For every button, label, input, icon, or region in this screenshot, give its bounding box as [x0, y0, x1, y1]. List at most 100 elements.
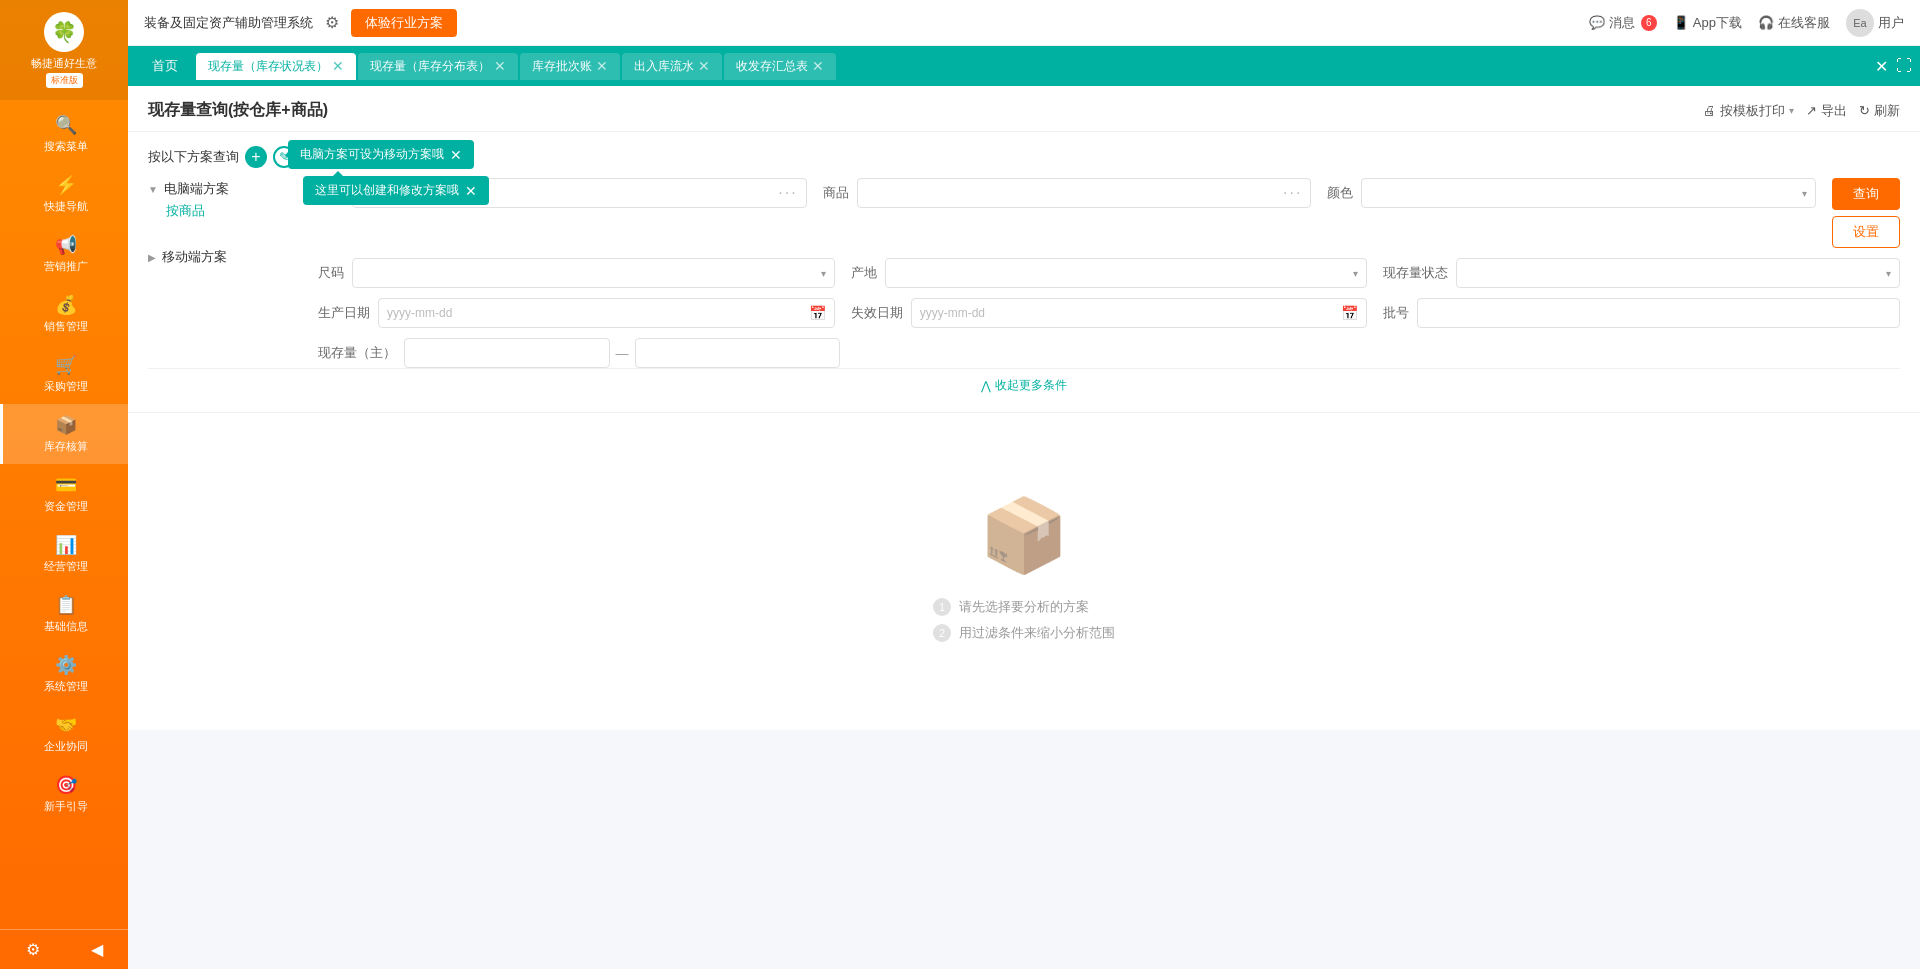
sidebar-item-label: 销售管理 [44, 319, 88, 334]
tab-collect-send[interactable]: 收发存汇总表 ✕ [724, 53, 836, 80]
app-download-button[interactable]: 📱 App下载 [1673, 14, 1742, 32]
empty-illustration: 📦 [979, 493, 1069, 578]
scheme-mobile-label[interactable]: 移动端方案 [162, 248, 227, 266]
sidebar-item-newbie[interactable]: 🎯 新手引导 [0, 764, 128, 824]
online-service-label: 在线客服 [1778, 14, 1830, 32]
tab-close-icon[interactable]: ✕ [812, 59, 824, 73]
tab-label: 现存量（库存分布表） [370, 58, 490, 75]
tab-close-icon[interactable]: ✕ [596, 59, 608, 73]
batch-control[interactable] [1417, 298, 1900, 328]
sidebar-item-label: 采购管理 [44, 379, 88, 394]
goods-dots[interactable]: ··· [1283, 184, 1302, 202]
collapse-bar[interactable]: ⋀ 收起更多条件 [148, 368, 1900, 402]
sidebar-item-system[interactable]: ⚙️ 系统管理 [0, 644, 128, 704]
sidebar-item-label: 营销推广 [44, 259, 88, 274]
color-control[interactable]: ▾ [1361, 178, 1816, 208]
sidebar-item-label: 基础信息 [44, 619, 88, 634]
prod-date-field: 生产日期 yyyy-mm-dd 📅 [318, 298, 835, 328]
tab-batch-account[interactable]: 库存批次账 ✕ [520, 53, 620, 80]
print-button[interactable]: 🖨 按模板打印 ▾ [1703, 102, 1794, 120]
tab-maximize-icon[interactable]: ⛶ [1896, 57, 1912, 76]
origin-field: 产地 ▾ [851, 258, 1368, 288]
sidebar-item-marketing[interactable]: 📢 营销推广 [0, 224, 128, 284]
goods-control[interactable]: ··· [857, 178, 1312, 208]
sidebar-item-finance[interactable]: 💳 资金管理 [0, 464, 128, 524]
header-settings-icon[interactable]: ⚙ [325, 13, 339, 32]
industry-button[interactable]: 体验行业方案 [351, 9, 457, 37]
sidebar-item-basic[interactable]: 📋 基础信息 [0, 584, 128, 644]
query-button[interactable]: 查询 [1832, 178, 1900, 210]
empty-state: 📦 1 请先选择要分析的方案 2 用过滤条件来缩小分析范围 [128, 413, 1920, 730]
exp-date-label: 失效日期 [851, 304, 903, 322]
tab-close-icon[interactable]: ✕ [494, 59, 506, 73]
basic-icon: 📋 [55, 594, 77, 616]
scheme-row-pc-default: 按商品 [148, 200, 318, 222]
inventory-status-chevron: ▾ [1886, 268, 1891, 279]
sidebar-item-purchase[interactable]: 🛒 采购管理 [0, 344, 128, 404]
newbie-icon: 🎯 [55, 774, 77, 796]
sidebar-item-label: 企业协同 [44, 739, 88, 754]
size-control[interactable]: ▾ [352, 258, 835, 288]
logo-badge: 标准版 [46, 73, 83, 88]
export-button[interactable]: ↗ 导出 [1806, 102, 1847, 120]
notification-button[interactable]: 💬 消息 6 [1589, 14, 1657, 32]
range-control: — [404, 338, 840, 368]
range-dash: — [616, 346, 629, 361]
color-chevron: ▾ [1802, 188, 1807, 199]
operation-icon: 📊 [55, 534, 77, 556]
sidebar-item-label: 库存核算 [44, 439, 88, 454]
calendar-icon-2[interactable]: 📅 [1341, 305, 1358, 321]
scheme-pc-default-label[interactable]: 按商品 [166, 202, 205, 220]
range-to[interactable] [635, 338, 841, 368]
tab-close-all-icon[interactable]: ✕ [1875, 57, 1888, 76]
origin-chevron: ▾ [1353, 268, 1358, 279]
system-name: 装备及固定资产辅助管理系统 [144, 14, 313, 32]
sidebar-item-inventory[interactable]: 📦 库存核算 [0, 404, 128, 464]
exp-date-field: 失效日期 yyyy-mm-dd 📅 [851, 298, 1368, 328]
tab-close-icon[interactable]: ✕ [332, 59, 344, 73]
sidebar-item-sales[interactable]: 💰 销售管理 [0, 284, 128, 344]
sidebar-item-enterprise[interactable]: 🤝 企业协同 [0, 704, 128, 764]
guide-icon: ⚡ [55, 174, 77, 196]
exp-date-placeholder: yyyy-mm-dd [920, 306, 1342, 320]
tab-close-icon[interactable]: ✕ [698, 59, 710, 73]
scheme-tooltip-close[interactable]: ✕ [450, 147, 462, 163]
tab-inventory-dist[interactable]: 现存量（库存分布表） ✕ [358, 53, 518, 80]
filter-row-2: 尺码 ▾ 产地 ▾ [318, 258, 1900, 288]
settings-bottom-icon[interactable]: ⚙ [26, 940, 40, 959]
sidebar-item-guide[interactable]: ⚡ 快捷导航 [0, 164, 128, 224]
size-chevron: ▾ [821, 268, 826, 279]
inventory-status-label: 现存量状态 [1383, 264, 1448, 282]
inventory-main-field: 现存量（主） — [318, 338, 840, 368]
edit-tooltip-close[interactable]: ✕ [465, 183, 477, 199]
collapse-sidebar-icon[interactable]: ◀ [91, 940, 103, 959]
batch-field: 批号 [1383, 298, 1900, 328]
tab-in-out[interactable]: 出入库流水 ✕ [622, 53, 722, 80]
page-title-bar: 现存量查询(按仓库+商品) 🖨 按模板打印 ▾ ↗ 导出 ↻ 刷新 [128, 86, 1920, 132]
online-service-button[interactable]: 🎧 在线客服 [1758, 14, 1830, 32]
expand-icon: ▼ [148, 184, 158, 195]
sidebar-item-label: 资金管理 [44, 499, 88, 514]
notification-icon: 💬 [1589, 15, 1605, 30]
sidebar-item-operation[interactable]: 📊 经营管理 [0, 524, 128, 584]
edit-tooltip-text: 这里可以创建和修改方案哦 [315, 182, 459, 199]
origin-control[interactable]: ▾ [885, 258, 1368, 288]
refresh-button[interactable]: ↻ 刷新 [1859, 102, 1900, 120]
scheme-pc-label[interactable]: 电脑端方案 [164, 180, 229, 198]
exp-date-control[interactable]: yyyy-mm-dd 📅 [911, 298, 1368, 328]
range-from[interactable] [404, 338, 610, 368]
tab-inventory-status[interactable]: 现存量（库存状况表） ✕ [196, 53, 356, 80]
collapse-label: 收起更多条件 [995, 377, 1067, 394]
calendar-icon[interactable]: 📅 [809, 305, 826, 321]
reset-button[interactable]: 设置 [1832, 216, 1900, 248]
tab-home[interactable]: 首页 [136, 51, 194, 81]
notification-label: 消息 [1609, 14, 1635, 32]
expand-icon-mobile: ▶ [148, 252, 156, 263]
filter-add-button[interactable]: + [245, 146, 267, 168]
system-icon: ⚙️ [55, 654, 77, 676]
user-menu[interactable]: Ea 用户 [1846, 9, 1904, 37]
warehouse-dots[interactable]: ··· [778, 184, 797, 202]
prod-date-control[interactable]: yyyy-mm-dd 📅 [378, 298, 835, 328]
sidebar-item-search[interactable]: 🔍 搜索菜单 [0, 104, 128, 164]
inventory-status-control[interactable]: ▾ [1456, 258, 1900, 288]
